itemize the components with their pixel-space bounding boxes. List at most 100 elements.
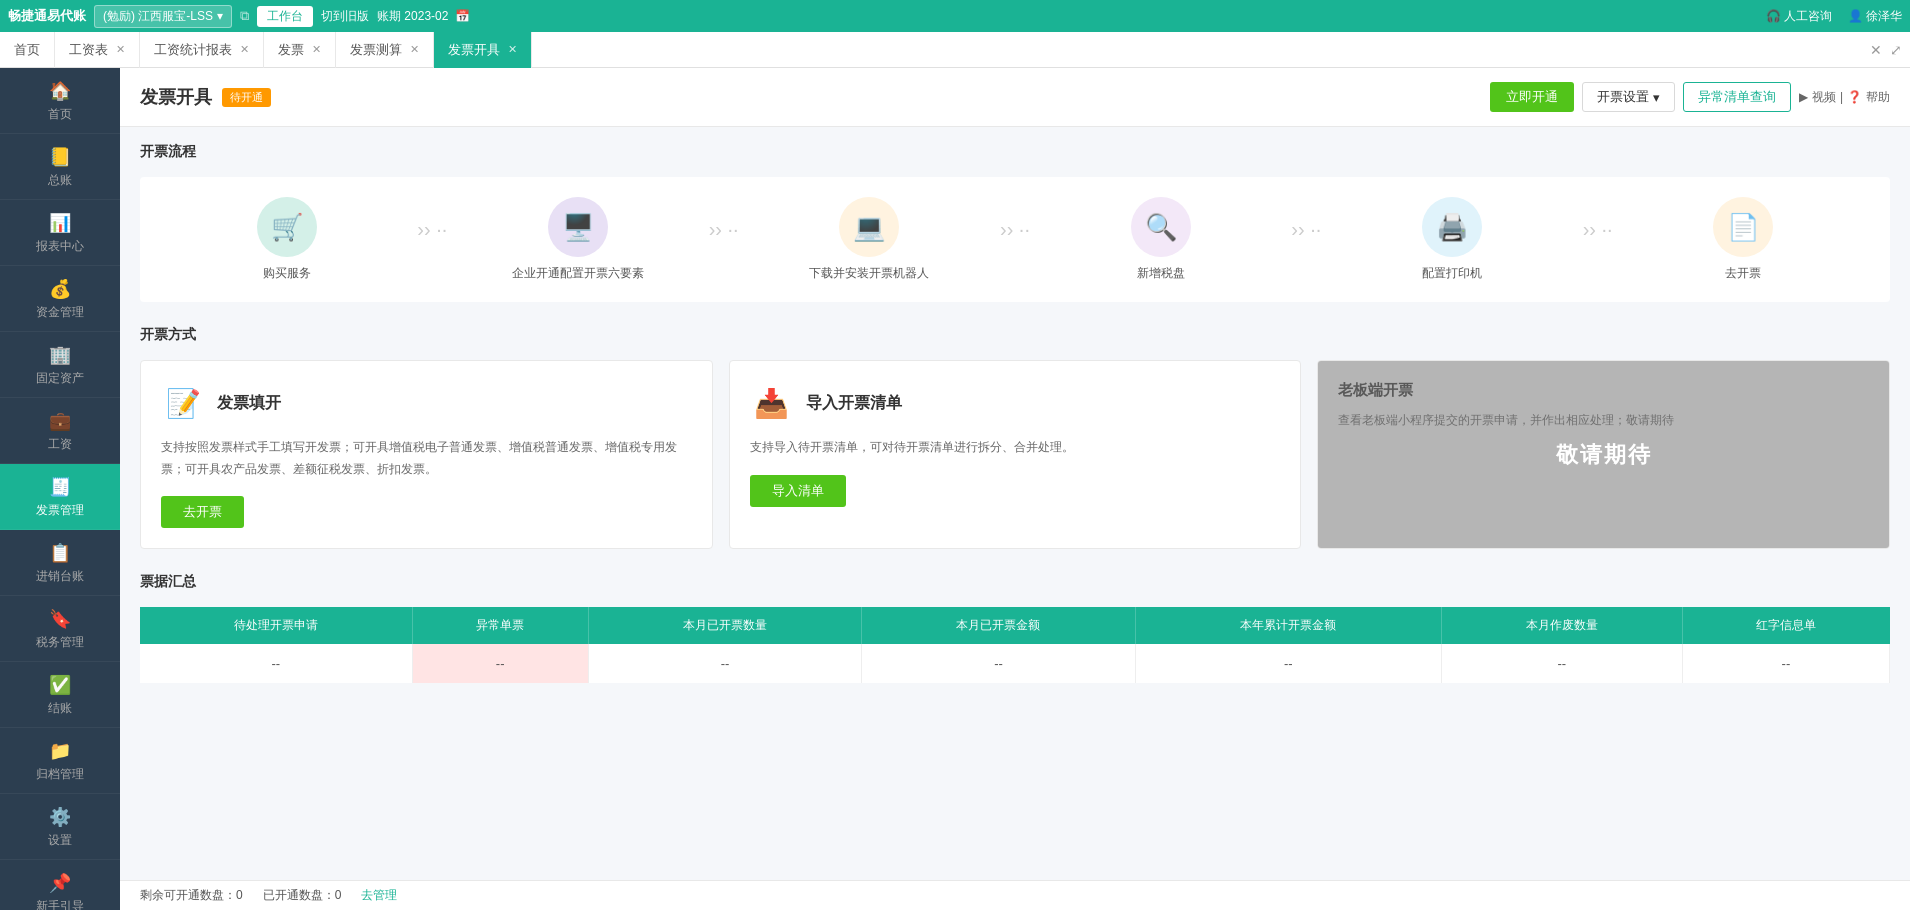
dropdown-arrow-icon: ▾ <box>1653 90 1660 105</box>
step-enterprise-config-label: 企业开通配置开票六要素 <box>512 265 644 282</box>
sidebar-item-tax[interactable]: 🔖 税务管理 <box>0 596 120 662</box>
sidebar-item-reports[interactable]: 📊 报表中心 <box>0 200 120 266</box>
company-name: (勉励) 江西服宝-LSS <box>103 8 213 25</box>
invoice-mgmt-icon: 🧾 <box>49 476 71 498</box>
go-invoice-button[interactable]: 去开票 <box>161 496 244 528</box>
sidebar-item-ledger[interactable]: 📒 总账 <box>0 134 120 200</box>
funds-icon: 💰 <box>49 278 71 300</box>
summary-section: 票据汇总 待处理开票申请 异常单票 本月已开票数量 本月已开票金额 本年累计开票… <box>140 573 1890 683</box>
sidebar-item-label: 总账 <box>48 172 72 189</box>
tab-bar: 首页 工资表 ✕ 工资统计报表 ✕ 发票 ✕ 发票测算 ✕ 发票开具 ✕ ✕ ⤢ <box>0 32 1910 68</box>
col-month-amount: 本月已开票金额 <box>862 607 1136 644</box>
sidebar-item-assets[interactable]: 🏢 固定资产 <box>0 332 120 398</box>
download-robot-icon: 💻 <box>839 197 899 257</box>
main-content: 发票开具 待开通 立即开通 开票设置 ▾ 异常清单查询 ▶ 视频 | ❓ 帮助 <box>120 68 1910 910</box>
guide-icon: 📌 <box>49 872 71 894</box>
status-badge: 待开通 <box>222 88 271 107</box>
coming-soon-overlay: 敬请期待 <box>1318 361 1889 548</box>
coming-soon-text: 敬请期待 <box>1556 440 1652 470</box>
process-section: 开票流程 🛒 购买服务 ›› ·· 🖥️ 企业开通配置开票六要素 ›› ·· 💻 <box>140 143 1890 302</box>
user-avatar[interactable]: 👤 徐泽华 <box>1848 8 1902 25</box>
workbench-button[interactable]: 工作台 <box>257 6 313 27</box>
tab-salary[interactable]: 工资表 ✕ <box>55 32 140 68</box>
app-layout: 🏠 首页 📒 总账 📊 报表中心 💰 资金管理 🏢 固定资产 💼 工资 🧾 发票… <box>0 68 1910 910</box>
step-buy-service-label: 购买服务 <box>263 265 311 282</box>
tab-close-invoice[interactable]: ✕ <box>312 43 321 56</box>
header-view: ▶ 视频 | ❓ 帮助 <box>1799 89 1890 106</box>
tab-close-invoice-calc[interactable]: ✕ <box>410 43 419 56</box>
method-section: 开票方式 📝 发票填开 支持按照发票样式手工填写开发票；可开具增值税电子普通发票… <box>140 326 1890 549</box>
method-import-desc: 支持导入待开票清单，可对待开票清单进行拆分、合并处理。 <box>750 437 1281 459</box>
tab-close-invoice-tool[interactable]: ✕ <box>508 43 517 56</box>
add-tax-disk-icon: 🔍 <box>1131 197 1191 257</box>
switch-old-button[interactable]: 切到旧版 <box>321 8 369 25</box>
sidebar-item-settings[interactable]: ⚙️ 设置 <box>0 794 120 860</box>
method-manual-title: 发票填开 <box>217 393 281 414</box>
chevron-down-icon: ▾ <box>217 9 223 23</box>
archive-icon: 📁 <box>49 740 71 762</box>
period-label: 账期 2023-02 📅 <box>377 8 470 25</box>
invoice-methods: 📝 发票填开 支持按照发票样式手工填写开发票；可开具增值税电子普通发票、增值税普… <box>140 360 1890 549</box>
process-section-title: 开票流程 <box>140 143 1890 161</box>
step-invoice-now-label: 去开票 <box>1725 265 1761 282</box>
method-manual-desc: 支持按照发票样式手工填写开发票；可开具增值税电子普通发票、增值税普通发票、增值税… <box>161 437 692 480</box>
sidebar-item-archive[interactable]: 📁 归档管理 <box>0 728 120 794</box>
cell-month-count: -- <box>588 644 862 683</box>
sidebar-item-label: 报表中心 <box>36 238 84 255</box>
bottom-bar: 剩余可开通数盘：0 已开通数盘：0 去管理 <box>120 880 1910 910</box>
sidebar-item-label: 发票管理 <box>36 502 84 519</box>
top-bar-left: 畅捷通易代账 (勉励) 江西服宝-LSS ▾ ⧉ 工作台 切到旧版 账期 202… <box>8 5 470 28</box>
purchase-sales-icon: 📋 <box>49 542 71 564</box>
go-manage-link[interactable]: 去管理 <box>361 887 397 904</box>
tab-invoice[interactable]: 发票 ✕ <box>264 32 336 68</box>
sidebar-item-invoice-mgmt[interactable]: 🧾 发票管理 <box>0 464 120 530</box>
sidebar-item-guide[interactable]: 📌 新手引导 <box>0 860 120 910</box>
settings-icon: ⚙️ <box>49 806 71 828</box>
tab-invoice-tool[interactable]: 发票开具 ✕ <box>434 32 532 68</box>
summary-table: 待处理开票申请 异常单票 本月已开票数量 本月已开票金额 本年累计开票金额 本月… <box>140 607 1890 683</box>
sidebar-item-label: 工资 <box>48 436 72 453</box>
cell-abnormal: -- <box>412 644 588 683</box>
assets-icon: 🏢 <box>49 344 71 366</box>
tab-close-salary[interactable]: ✕ <box>116 43 125 56</box>
method-import-icon: 📥 <box>750 381 794 425</box>
sidebar-item-label: 设置 <box>48 832 72 849</box>
page-title-area: 发票开具 待开通 <box>140 85 271 109</box>
calendar-icon[interactable]: 📅 <box>455 9 470 23</box>
content-body: 开票流程 🛒 购买服务 ›› ·· 🖥️ 企业开通配置开票六要素 ›› ·· 💻 <box>120 127 1910 699</box>
remaining-count: 剩余可开通数盘：0 <box>140 887 243 904</box>
method-manual-icon: 📝 <box>161 381 205 425</box>
sidebar-item-settle[interactable]: ✅ 结账 <box>0 662 120 728</box>
copy-icon[interactable]: ⧉ <box>240 8 249 24</box>
sidebar-item-home[interactable]: 🏠 首页 <box>0 68 120 134</box>
step-config-printer: 🖨️ 配置打印机 <box>1325 197 1578 282</box>
sidebar-item-label: 归档管理 <box>36 766 84 783</box>
customer-service-btn[interactable]: 🎧 人工咨询 <box>1766 8 1832 25</box>
abnormal-query-button[interactable]: 异常清单查询 <box>1683 82 1791 112</box>
tab-close-salary-report[interactable]: ✕ <box>240 43 249 56</box>
sidebar-item-label: 资金管理 <box>36 304 84 321</box>
open-now-button[interactable]: 立即开通 <box>1490 82 1574 112</box>
tab-salary-report[interactable]: 工资统计报表 ✕ <box>140 32 264 68</box>
open-settings-button[interactable]: 开票设置 ▾ <box>1582 82 1675 112</box>
enterprise-config-icon: 🖥️ <box>548 197 608 257</box>
cell-void-count: -- <box>1441 644 1682 683</box>
step-add-tax-disk-label: 新增税盘 <box>1137 265 1185 282</box>
company-selector[interactable]: (勉励) 江西服宝-LSS ▾ <box>94 5 232 28</box>
tab-home[interactable]: 首页 <box>0 32 55 68</box>
close-all-icon[interactable]: ✕ <box>1870 42 1882 58</box>
salary-icon: 💼 <box>49 410 71 432</box>
summary-data-row: -- -- -- -- -- -- -- <box>140 644 1890 683</box>
import-list-button[interactable]: 导入清单 <box>750 475 846 507</box>
page-title: 发票开具 <box>140 85 212 109</box>
sidebar-item-salary[interactable]: 💼 工资 <box>0 398 120 464</box>
expand-icon[interactable]: ⤢ <box>1890 42 1902 58</box>
step-add-tax-disk: 🔍 新增税盘 <box>1034 197 1287 282</box>
tab-invoice-calc[interactable]: 发票测算 ✕ <box>336 32 434 68</box>
col-month-count: 本月已开票数量 <box>588 607 862 644</box>
step-download-robot: 💻 下载并安装开票机器人 <box>743 197 996 282</box>
sidebar-item-funds[interactable]: 💰 资金管理 <box>0 266 120 332</box>
sidebar-item-purchase-sales[interactable]: 📋 进销台账 <box>0 530 120 596</box>
method-import-title: 导入开票清单 <box>806 393 902 414</box>
col-year-amount: 本年累计开票金额 <box>1135 607 1441 644</box>
